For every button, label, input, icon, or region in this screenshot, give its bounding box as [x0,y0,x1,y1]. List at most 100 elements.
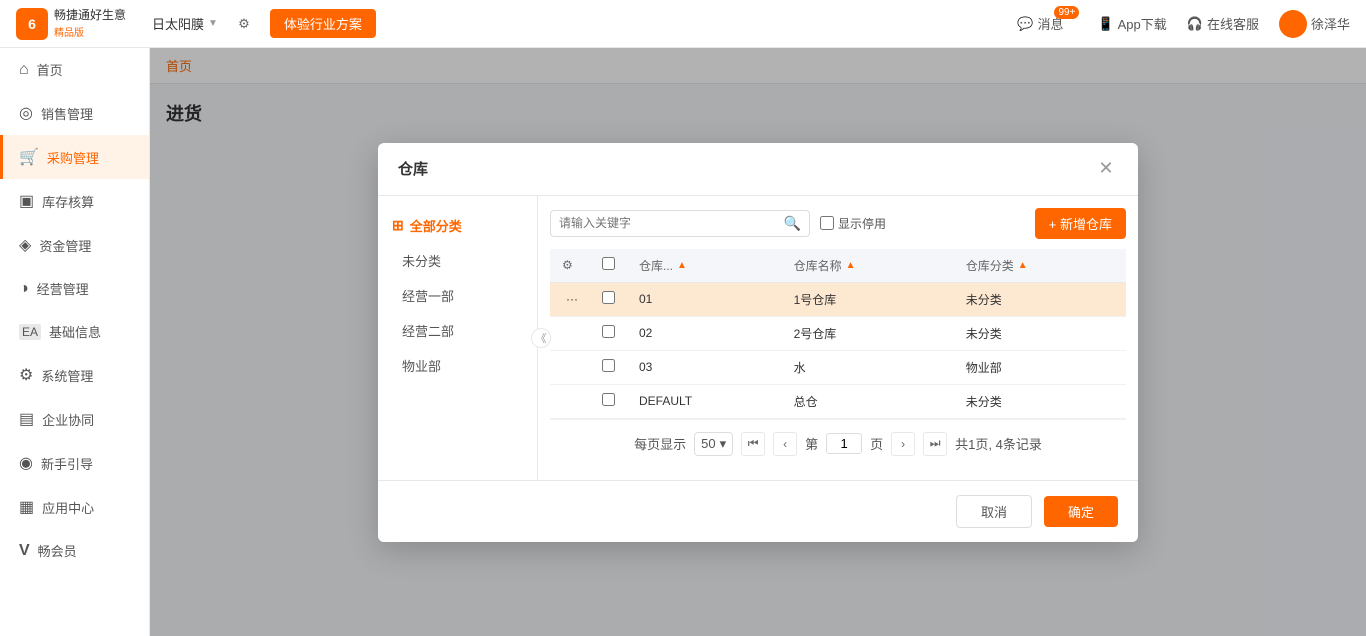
table-row[interactable]: 03 水 物业部 [550,350,1126,384]
cell-code-4: DEFAULT [627,384,782,418]
page-input[interactable] [826,433,862,454]
purchase-icon: 🛒 [19,147,39,167]
last-page-button[interactable]: ⏭ [923,432,947,456]
topbar-right: 💬 消息 99+ 📱 App下载 🎧 在线客服 徐泽华 [1017,10,1350,38]
th-code[interactable]: 仓库... ▲ [627,249,782,283]
basic-icon: EA [19,324,41,340]
headset-icon: 🎧 [1187,16,1203,32]
sales-icon: ◎ [19,103,33,123]
sidebar-item-inventory[interactable]: ▣ 库存核算 [0,179,149,223]
all-categories-label: 全部分类 [410,216,462,235]
table-wrapper: ⚙ 仓库... ▲ [550,249,1126,419]
sidebar-item-basic[interactable]: EA 基础信息 [0,310,149,353]
app-download-button[interactable]: 📱 App下载 [1097,14,1166,33]
all-categories-button[interactable]: ⊞ 全部分类 [378,208,537,243]
show-disabled-toggle[interactable]: 显示停用 [820,215,886,232]
guide-icon: ◉ [19,453,33,473]
trial-button[interactable]: 体验行业方案 [270,9,376,38]
sidebar-item-operations[interactable]: ◑ 经营管理 [0,267,149,310]
close-button[interactable]: ✕ [1094,157,1118,181]
online-service-button[interactable]: 🎧 在线客服 [1187,14,1259,33]
row-checkbox-3[interactable] [602,359,615,372]
sidebar-item-finance[interactable]: ◈ 资金管理 [0,223,149,267]
row-checkbox-1[interactable] [602,291,615,304]
sidebar-item-member[interactable]: V 畅会员 [0,529,149,572]
sidebar-label-basic: 基础信息 [49,322,101,341]
per-page-value: 50 [701,436,715,451]
category-sidebar: ⊞ 全部分类 未分类 经营一部 经营二部 物业部 《 [378,196,538,480]
modal-title: 仓库 [398,158,428,179]
next-page-button[interactable]: › [891,432,915,456]
cell-name-2: 2号仓库 [782,316,954,350]
user-menu[interactable]: 徐泽华 [1279,10,1350,38]
row-checkbox-4[interactable] [602,393,615,406]
pagination: 每页显示 50 ▾ ⏮ ‹ 第 页 › ⏭ 共1页 [550,419,1126,468]
grid-icon: ⊞ [392,217,404,234]
cell-category-1: 未分类 [954,282,1126,316]
modal-overlay: 仓库 ✕ ⊞ 全部分类 未分类 经营一部 经营二部 物业部 [150,48,1366,636]
chevron-down-icon: ▼ [208,18,218,29]
sidebar-label-inventory: 库存核算 [42,192,94,211]
logo: 6 畅捷通好生意 精品版 [16,8,136,40]
per-page-label: 每页显示 [634,434,686,453]
sidebar-label-enterprise: 企业协同 [42,410,94,429]
topbar: 6 畅捷通好生意 精品版 日太阳膜 ▼ ⚙ 体验行业方案 💬 消息 99+ 📱 … [0,0,1366,48]
sidebar-label-operations: 经营管理 [37,279,89,298]
row-checkbox-2[interactable] [602,325,615,338]
user-name: 徐泽华 [1311,14,1350,33]
member-icon: V [19,542,30,560]
settings-icon[interactable]: ⚙ [230,10,258,38]
sidebar-label-finance: 资金管理 [39,236,91,255]
notification-badge: 99+ [1054,6,1079,19]
th-name[interactable]: 仓库名称 ▲ [782,249,954,283]
sort-icon-code: ▲ [677,260,687,271]
cell-category-4: 未分类 [954,384,1126,418]
logo-name: 畅捷通好生意 [54,8,126,24]
sidebar-item-purchase[interactable]: 🛒 采购管理 [0,135,149,179]
first-page-button[interactable]: ⏮ [741,432,765,456]
total-text: 共1页, 4条记录 [955,434,1042,453]
category-item-uncategorized[interactable]: 未分类 [378,243,537,278]
cell-code-3: 03 [627,350,782,384]
sidebar-item-sales[interactable]: ◎ 销售管理 [0,91,149,135]
apps-icon: ▦ [19,497,34,517]
search-input[interactable] [559,216,784,230]
category-item-ops2[interactable]: 经营二部 [378,313,537,348]
sort-icon-category: ▲ [1018,260,1028,271]
app-download-label: App下载 [1118,14,1167,33]
sidebar-label-sales: 销售管理 [41,104,93,123]
confirm-button[interactable]: 确定 [1044,496,1118,527]
row-actions-cell: ··· [550,282,590,316]
th-check [590,249,627,283]
cell-code-1: 01 [627,282,782,316]
main-layout: ⌂ 首页 ◎ 销售管理 🛒 采购管理 ▣ 库存核算 ◈ 资金管理 ◑ 经营管理 … [0,48,1366,636]
table-row[interactable]: 02 2号仓库 未分类 [550,316,1126,350]
search-box: 🔍 [550,210,810,237]
per-page-select[interactable]: 50 ▾ [694,432,733,456]
message-icon: 💬 [1017,16,1033,32]
th-category[interactable]: 仓库分类 ▲ [954,249,1126,283]
sidebar-item-enterprise[interactable]: ▤ 企业协同 [0,397,149,441]
select-all-checkbox[interactable] [602,257,615,270]
add-warehouse-button[interactable]: + 新增仓库 [1035,208,1126,239]
cancel-button[interactable]: 取消 [956,495,1032,528]
modal-footer: 取消 确定 [378,480,1138,542]
store-selector[interactable]: 日太阳膜 ▼ [152,14,218,33]
sidebar-item-system[interactable]: ⚙ 系统管理 [0,353,149,397]
table-toolbar: 🔍 显示停用 + 新增仓库 [550,208,1126,239]
category-item-ops1[interactable]: 经营一部 [378,278,537,313]
table-row[interactable]: ··· 01 1号仓库 未分类 [550,282,1126,316]
category-item-property[interactable]: 物业部 [378,348,537,383]
show-disabled-checkbox[interactable] [820,216,834,230]
sidebar-item-guide[interactable]: ◉ 新手引导 [0,441,149,485]
sidebar-item-home[interactable]: ⌂ 首页 [0,48,149,91]
table-row[interactable]: DEFAULT 总仓 未分类 [550,384,1126,418]
sidebar-item-apps[interactable]: ▦ 应用中心 [0,485,149,529]
prev-page-button[interactable]: ‹ [773,432,797,456]
sidebar-label-home: 首页 [37,60,63,79]
sidebar-collapse-button[interactable]: 《 [531,328,551,348]
notification-button[interactable]: 💬 消息 99+ [1017,14,1063,33]
modal-body: ⊞ 全部分类 未分类 经营一部 经营二部 物业部 《 [378,196,1138,480]
logo-icon: 6 [16,8,48,40]
sidebar-label-member: 畅会员 [38,541,77,560]
